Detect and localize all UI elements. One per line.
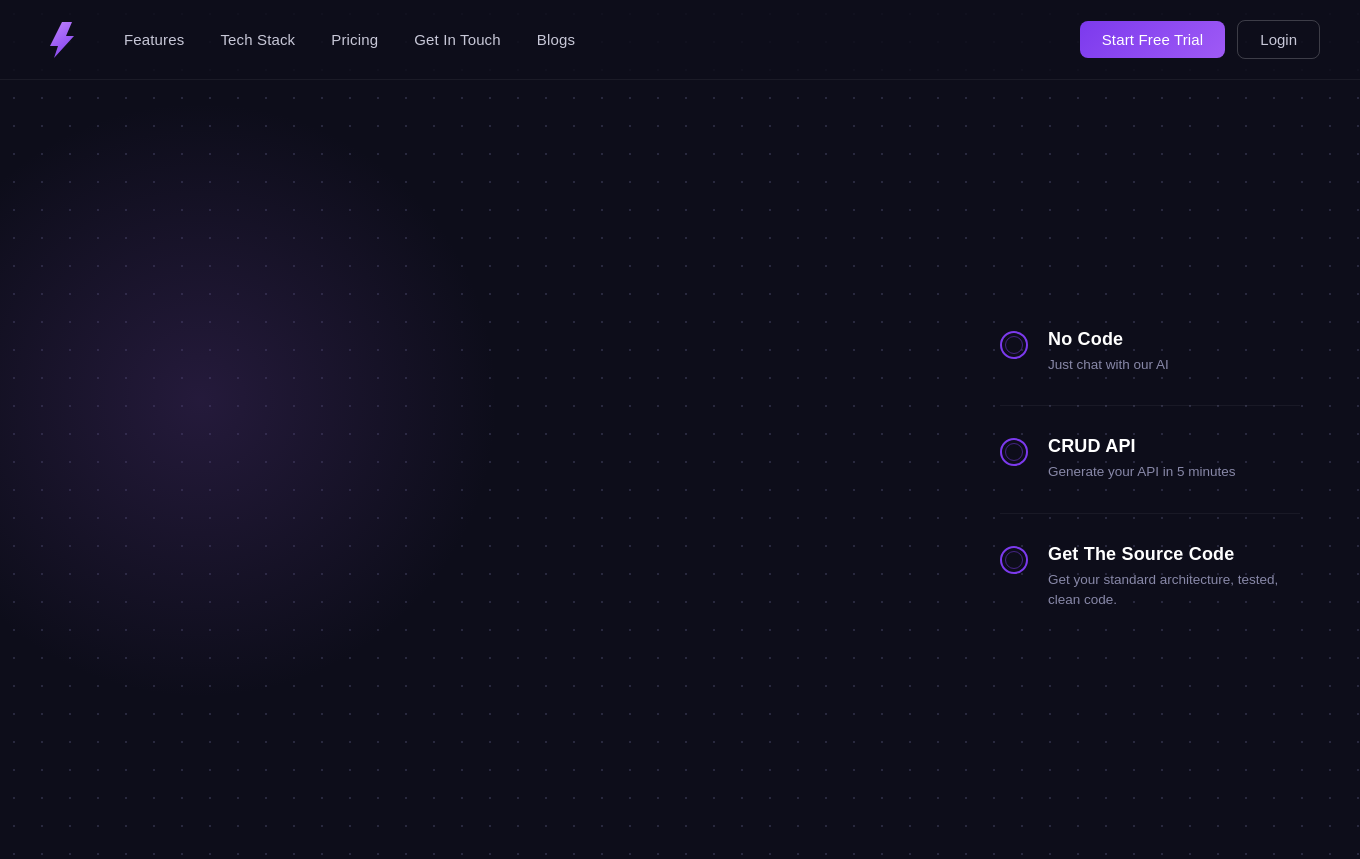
feature-icon-crud-api (1000, 438, 1028, 466)
feature-text-crud-api: CRUD API Generate your API in 5 minutes (1048, 436, 1236, 482)
nav-left: Features Tech Stack Pricing Get In Touch… (40, 18, 575, 62)
feature-desc-no-code: Just chat with our AI (1048, 355, 1169, 375)
feature-icon-no-code (1000, 331, 1028, 359)
feature-text-no-code: No Code Just chat with our AI (1048, 329, 1169, 375)
feature-icon-source-code (1000, 546, 1028, 574)
navbar: Features Tech Stack Pricing Get In Touch… (0, 0, 1360, 80)
nav-item-blogs[interactable]: Blogs (537, 31, 575, 49)
nav-item-techstack[interactable]: Tech Stack (220, 31, 295, 49)
feature-title-no-code: No Code (1048, 329, 1169, 350)
feature-title-source-code: Get The Source Code (1048, 544, 1300, 565)
nav-item-features[interactable]: Features (124, 31, 184, 49)
hero-section (0, 80, 980, 859)
login-button[interactable]: Login (1237, 20, 1320, 59)
feature-item-crud-api: CRUD API Generate your API in 5 minutes (1000, 405, 1300, 512)
feature-item-no-code: No Code Just chat with our AI (1000, 299, 1300, 405)
logo (40, 18, 84, 62)
nav-item-contact[interactable]: Get In Touch (414, 31, 501, 49)
features-section: No Code Just chat with our AI CRUD API G… (980, 80, 1360, 859)
feature-desc-source-code: Get your standard architecture, tested, … (1048, 570, 1300, 611)
nav-right: Start Free Trial Login (1080, 20, 1320, 59)
feature-desc-crud-api: Generate your API in 5 minutes (1048, 462, 1236, 482)
feature-text-source-code: Get The Source Code Get your standard ar… (1048, 544, 1300, 611)
nav-links: Features Tech Stack Pricing Get In Touch… (124, 31, 575, 49)
logo-icon (40, 18, 84, 62)
feature-item-source-code: Get The Source Code Get your standard ar… (1000, 513, 1300, 641)
nav-item-pricing[interactable]: Pricing (331, 31, 378, 49)
start-free-trial-button[interactable]: Start Free Trial (1080, 21, 1226, 58)
feature-title-crud-api: CRUD API (1048, 436, 1236, 457)
main-content: No Code Just chat with our AI CRUD API G… (0, 80, 1360, 859)
